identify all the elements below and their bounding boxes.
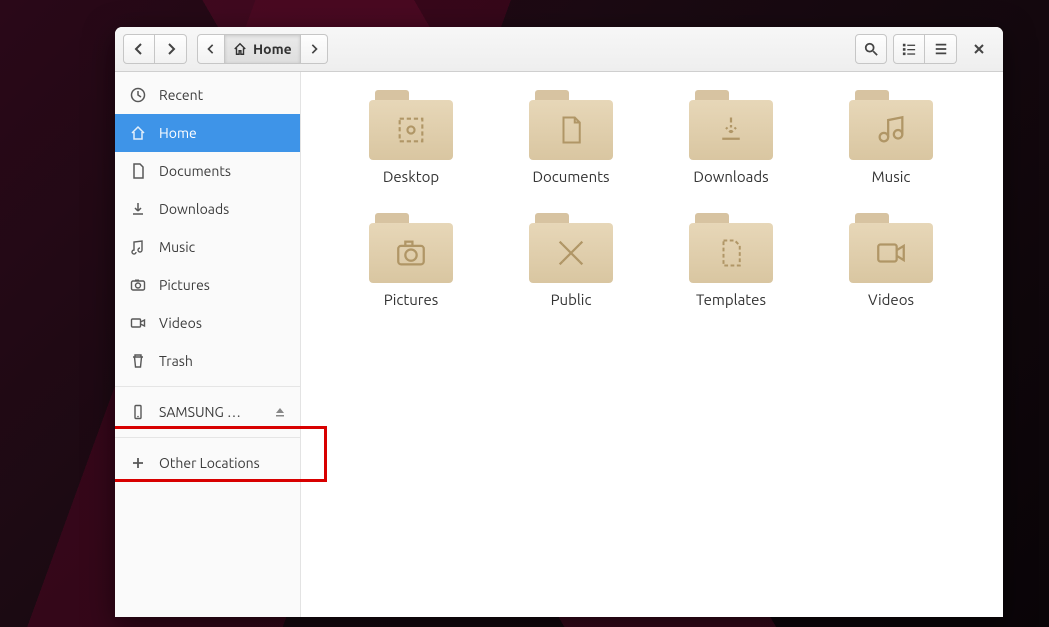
sidebar-item-home[interactable]: Home — [115, 114, 300, 152]
path-next-button[interactable] — [301, 34, 328, 64]
titlebar: Home — [115, 27, 1003, 72]
folder-icon — [689, 90, 773, 160]
folder-documents[interactable]: Documents — [491, 90, 651, 185]
sidebar-separator — [115, 437, 300, 438]
chevron-left-icon — [133, 43, 145, 55]
sidebar-item-label: Trash — [159, 353, 193, 369]
folder-pictures[interactable]: Pictures — [331, 213, 491, 308]
sidebar: Recent Home Documents Downloads Music Pi… — [115, 72, 301, 617]
folder-icon — [849, 213, 933, 283]
folder-icon — [529, 213, 613, 283]
hamburger-icon — [934, 42, 948, 56]
back-button[interactable] — [123, 34, 155, 64]
sidebar-item-videos[interactable]: Videos — [115, 304, 300, 342]
sidebar-item-label: Other Locations — [159, 455, 260, 471]
sidebar-separator — [115, 386, 300, 387]
sidebar-item-trash[interactable]: Trash — [115, 342, 300, 380]
folder-public[interactable]: Public — [491, 213, 651, 308]
phone-icon — [129, 404, 147, 420]
sidebar-item-documents[interactable]: Documents — [115, 152, 300, 190]
sidebar-item-label: Recent — [159, 87, 203, 103]
download-icon — [129, 201, 147, 217]
camera-icon — [129, 277, 147, 293]
sidebar-item-pictures[interactable]: Pictures — [115, 266, 300, 304]
file-manager-window: Home Recent — [115, 27, 1003, 617]
home-icon — [129, 125, 147, 141]
search-button[interactable] — [855, 34, 887, 64]
folder-music[interactable]: Music — [811, 90, 971, 185]
folder-label: Public — [551, 291, 592, 308]
content-area[interactable]: Desktop Documents Downloads — [301, 72, 1003, 617]
sidebar-item-label: Home — [159, 125, 197, 141]
pathbar: Home — [197, 34, 328, 64]
path-segment-label: Home — [253, 41, 292, 57]
sidebar-item-downloads[interactable]: Downloads — [115, 190, 300, 228]
folder-label: Templates — [696, 291, 766, 308]
search-icon — [864, 42, 878, 56]
folder-label: Pictures — [384, 291, 439, 308]
window-body: Recent Home Documents Downloads Music Pi… — [115, 72, 1003, 617]
list-view-button[interactable] — [893, 34, 925, 64]
view-switcher — [893, 34, 957, 64]
folder-icon — [529, 90, 613, 160]
sidebar-item-label: Pictures — [159, 277, 210, 293]
document-icon — [129, 163, 147, 179]
folder-label: Desktop — [383, 168, 439, 185]
music-icon — [129, 239, 147, 255]
sidebar-item-label: SAMSUNG … — [159, 404, 241, 420]
sidebar-item-label: Downloads — [159, 201, 229, 217]
path-prev-button[interactable] — [197, 34, 225, 64]
nav-back-forward-group — [123, 34, 187, 64]
folder-label: Documents — [532, 168, 609, 185]
folder-label: Videos — [868, 291, 914, 308]
close-icon — [973, 43, 985, 55]
sidebar-item-recent[interactable]: Recent — [115, 76, 300, 114]
folder-icon — [849, 90, 933, 160]
sidebar-item-samsung-device[interactable]: SAMSUNG … — [115, 393, 300, 431]
list-icon — [902, 42, 916, 56]
folder-label: Downloads — [693, 168, 768, 185]
trash-icon — [129, 353, 147, 369]
folder-grid: Desktop Documents Downloads — [311, 90, 993, 308]
path-segment-home[interactable]: Home — [225, 34, 301, 64]
home-icon — [233, 42, 247, 56]
sidebar-item-label: Music — [159, 239, 195, 255]
sidebar-item-music[interactable]: Music — [115, 228, 300, 266]
folder-videos[interactable]: Videos — [811, 213, 971, 308]
clock-icon — [129, 87, 147, 103]
close-button[interactable] — [963, 34, 995, 64]
folder-icon — [369, 213, 453, 283]
video-icon — [129, 315, 147, 331]
sidebar-item-label: Videos — [159, 315, 202, 331]
sidebar-item-other-locations[interactable]: Other Locations — [115, 444, 300, 482]
menu-button[interactable] — [925, 34, 957, 64]
plus-icon — [129, 455, 147, 471]
chevron-left-icon — [206, 44, 216, 54]
chevron-right-icon — [309, 44, 319, 54]
folder-templates[interactable]: Templates — [651, 213, 811, 308]
folder-label: Music — [872, 168, 911, 185]
folder-icon — [369, 90, 453, 160]
chevron-right-icon — [165, 43, 177, 55]
folder-icon — [689, 213, 773, 283]
sidebar-item-label: Documents — [159, 163, 231, 179]
eject-button[interactable] — [274, 406, 286, 418]
forward-button[interactable] — [155, 34, 187, 64]
folder-downloads[interactable]: Downloads — [651, 90, 811, 185]
folder-desktop[interactable]: Desktop — [331, 90, 491, 185]
